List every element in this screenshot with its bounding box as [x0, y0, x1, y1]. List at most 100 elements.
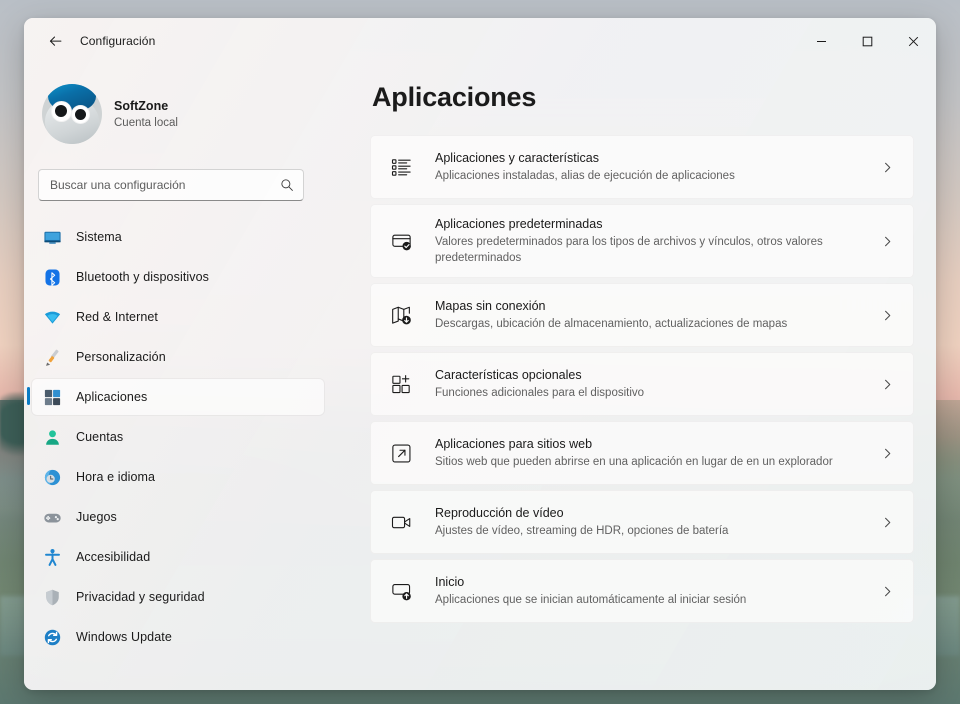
sidebar-item-label: Personalización — [76, 350, 166, 364]
sidebar-item-label: Cuentas — [76, 430, 124, 444]
sidebar-item-label: Red & Internet — [76, 310, 159, 324]
window-controls — [798, 18, 936, 64]
settings-card[interactable]: Mapas sin conexión Descargas, ubicación d… — [370, 283, 914, 347]
sidebar-item-label: Aplicaciones — [76, 390, 148, 404]
apps-for-websites-icon — [389, 441, 413, 465]
sidebar-item-red-internet[interactable]: Red & Internet — [32, 299, 324, 335]
window-body: SoftZone Cuenta local Sistema Bluetooth y… — [24, 64, 936, 690]
account-subtitle: Cuenta local — [114, 116, 178, 129]
apps-icon — [42, 387, 62, 407]
default-apps-icon — [389, 229, 413, 253]
startup-icon — [389, 579, 413, 603]
sidebar-item-label: Sistema — [76, 230, 122, 244]
card-text: Características opcionales Funciones adic… — [435, 367, 863, 401]
card-chevron[interactable] — [877, 378, 897, 391]
optional-features-icon — [389, 372, 413, 396]
card-title: Inicio — [435, 575, 465, 589]
card-text: Aplicaciones y características Aplicacion… — [435, 150, 863, 184]
maximize-button[interactable] — [844, 18, 890, 64]
titlebar-title: Configuración — [80, 34, 156, 48]
card-subtitle: Sitios web que pueden abrirse en una apl… — [435, 456, 833, 468]
gaming-icon — [42, 507, 62, 527]
settings-card[interactable]: Aplicaciones para sitios web Sitios web q… — [370, 421, 914, 485]
card-chevron[interactable] — [877, 516, 897, 529]
settings-card[interactable]: Inicio Aplicaciones que se inician automá… — [370, 559, 914, 623]
search-input[interactable] — [38, 169, 304, 201]
avatar-pupil-right — [75, 109, 86, 120]
card-title: Aplicaciones y características — [435, 151, 599, 165]
settings-card[interactable]: Reproducción de vídeo Ajustes de vídeo, s… — [370, 490, 914, 554]
sidebar-item-label: Accesibilidad — [76, 550, 151, 564]
accounts-icon — [42, 427, 62, 447]
sidebar-item-label: Hora e idioma — [76, 470, 156, 484]
card-text: Aplicaciones predeterminadas Valores pred… — [435, 216, 863, 266]
card-title: Características opcionales — [435, 368, 582, 382]
card-chevron[interactable] — [877, 235, 897, 248]
settings-window: Configuración SoftZone Cuenta local Busc… — [24, 18, 936, 690]
card-subtitle: Ajustes de vídeo, streaming de HDR, opci… — [435, 525, 729, 537]
card-chevron[interactable] — [877, 447, 897, 460]
titlebar: Configuración — [24, 18, 936, 64]
sidebar-item-label: Windows Update — [76, 630, 172, 644]
card-subtitle: Aplicaciones que se inician automáticame… — [435, 594, 747, 606]
card-text: Aplicaciones para sitios web Sitios web q… — [435, 436, 863, 470]
sidebar-item-windows-update[interactable]: Windows Update — [32, 619, 324, 655]
bluetooth-icon — [42, 267, 62, 287]
chevron-right-icon — [884, 586, 890, 596]
sidebar-item-juegos[interactable]: Juegos — [32, 499, 324, 535]
chevron-right-icon — [884, 379, 890, 389]
card-chevron[interactable] — [877, 309, 897, 322]
chevron-right-icon — [884, 517, 890, 527]
page-title: Aplicaciones — [372, 82, 537, 112]
video-playback-icon — [389, 510, 413, 534]
sidebar-item-aplicaciones[interactable]: Aplicaciones — [27, 379, 324, 415]
settings-card[interactable]: Aplicaciones predeterminadas Valores pred… — [370, 204, 914, 278]
settings-card[interactable]: Características opcionales Funciones adic… — [370, 352, 914, 416]
account-card[interactable]: SoftZone Cuenta local — [38, 80, 330, 148]
back-button[interactable] — [38, 26, 72, 56]
privacy-shield-icon — [42, 587, 62, 607]
settings-card-list: Aplicaciones y características Aplicacion… — [370, 135, 914, 623]
main-content: Aplicaciones Aplicaciones y característi… — [330, 64, 936, 690]
minimize-button[interactable] — [798, 18, 844, 64]
close-button[interactable] — [890, 18, 936, 64]
card-subtitle: Aplicaciones instaladas, alias de ejecuc… — [435, 170, 735, 182]
chevron-right-icon — [884, 448, 890, 458]
sidebar-item-sistema[interactable]: Sistema — [32, 219, 324, 255]
search-button[interactable] — [276, 174, 298, 196]
chevron-right-icon — [884, 162, 890, 172]
card-subtitle: Descargas, ubicación de almacenamiento, … — [435, 318, 788, 330]
account-name: SoftZone — [114, 98, 169, 113]
sidebar-item-accesibilidad[interactable]: Accesibilidad — [32, 539, 324, 575]
system-icon — [42, 227, 62, 247]
sidebar-item-cuentas[interactable]: Cuentas — [32, 419, 324, 455]
card-subtitle: Funciones adicionales para el dispositiv… — [435, 387, 645, 399]
sidebar-item-personalizaci-n[interactable]: Personalización — [32, 339, 324, 375]
sidebar-item-label: Privacidad y seguridad — [76, 590, 205, 604]
sidebar-item-hora-e-idioma[interactable]: Hora e idioma — [32, 459, 324, 495]
card-chevron[interactable] — [877, 161, 897, 174]
offline-maps-icon — [389, 303, 413, 327]
back-arrow-icon — [49, 36, 61, 46]
card-text: Inicio Aplicaciones que se inician automá… — [435, 574, 863, 608]
sidebar-item-bluetooth-y-dispositivos[interactable]: Bluetooth y dispositivos — [32, 259, 324, 295]
account-text: SoftZone Cuenta local — [114, 98, 178, 131]
apps-list-icon — [389, 155, 413, 179]
settings-card[interactable]: Aplicaciones y características Aplicacion… — [370, 135, 914, 199]
chevron-right-icon — [884, 310, 890, 320]
sidebar-item-label: Juegos — [76, 510, 117, 524]
sidebar-nav: Sistema Bluetooth y dispositivos Red & Int… — [24, 219, 330, 690]
network-icon — [42, 307, 62, 327]
avatar — [42, 84, 102, 144]
card-title: Reproducción de vídeo — [435, 506, 564, 520]
card-text: Mapas sin conexión Descargas, ubicación d… — [435, 298, 863, 332]
maximize-icon — [862, 36, 872, 46]
card-chevron[interactable] — [877, 585, 897, 598]
sidebar: SoftZone Cuenta local Sistema Bluetooth y… — [24, 64, 330, 690]
sidebar-item-privacidad-y-seguridad[interactable]: Privacidad y seguridad — [32, 579, 324, 615]
accessibility-icon — [42, 547, 62, 567]
card-title: Mapas sin conexión — [435, 299, 546, 313]
minimize-icon — [816, 40, 826, 42]
time-language-icon — [42, 467, 62, 487]
search-icon — [281, 179, 293, 191]
